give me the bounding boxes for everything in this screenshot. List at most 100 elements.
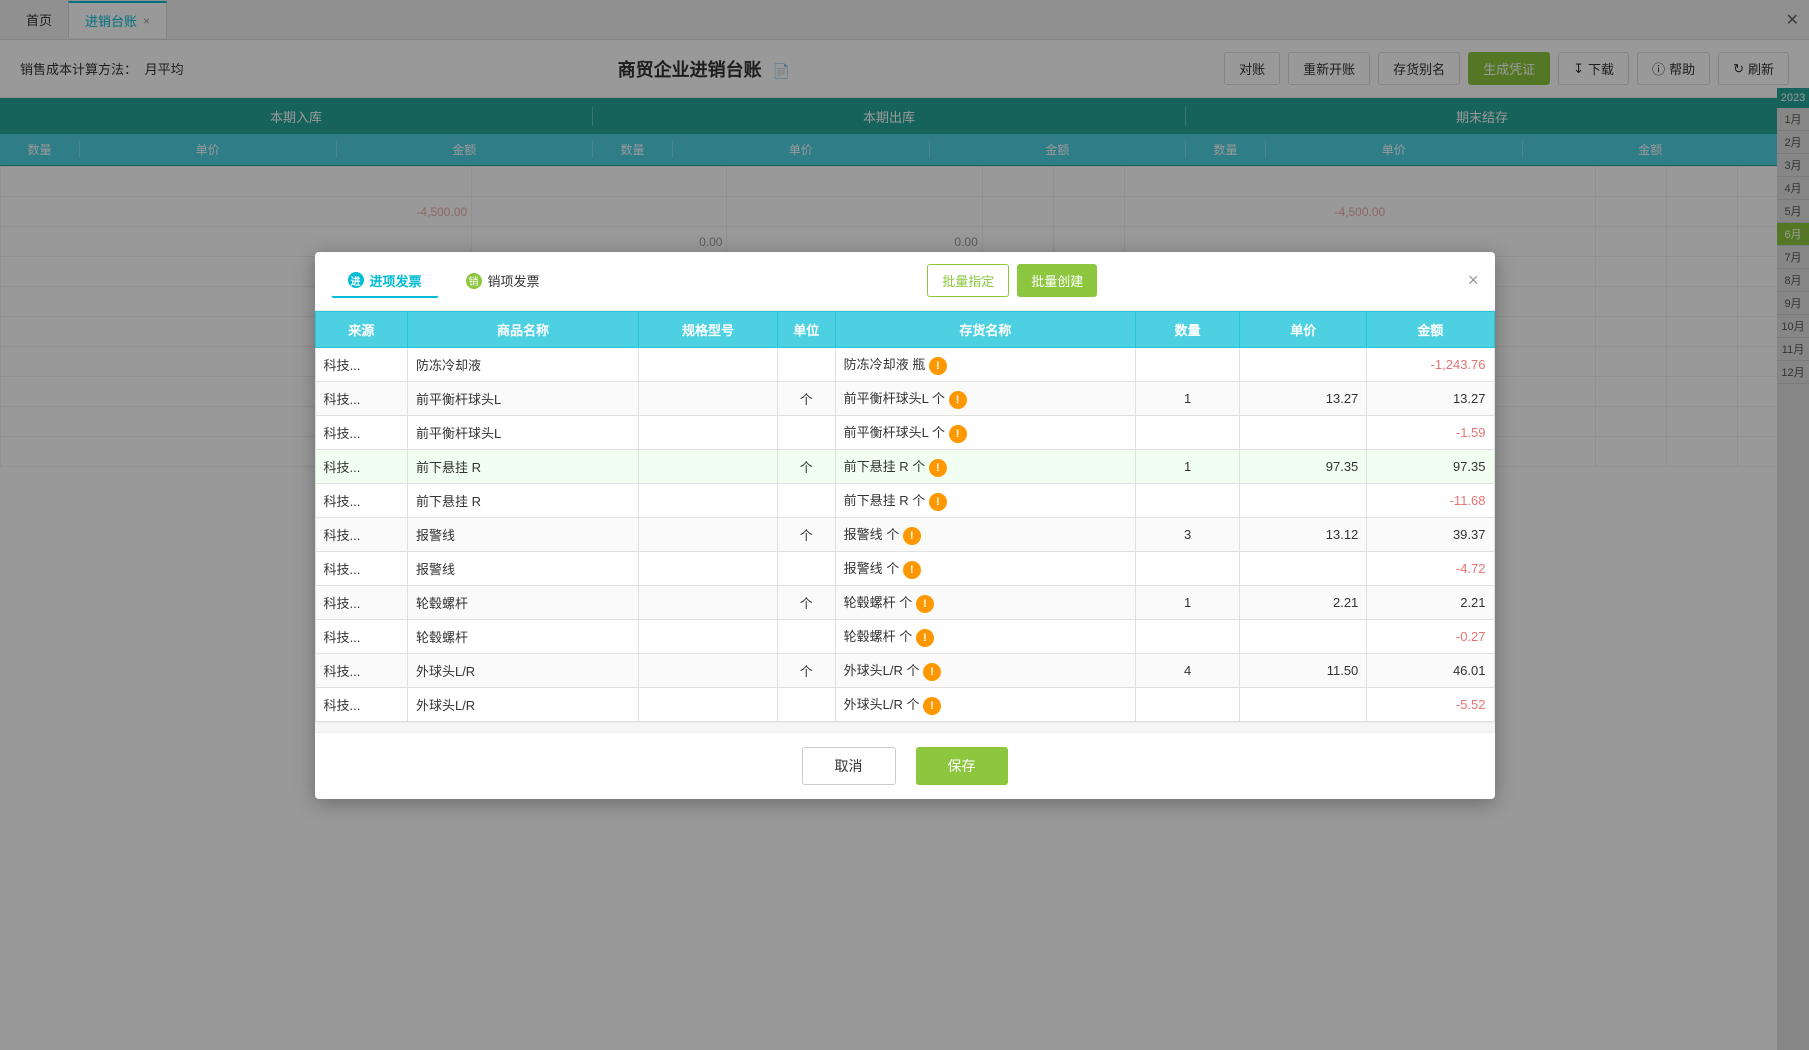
cell-stock-name: 外球头L/R 个 ! [835, 653, 1136, 687]
cell-unit [777, 551, 835, 585]
cell-qty [1136, 619, 1240, 653]
cell-goods-name: 前平衡杆球头L [407, 415, 638, 449]
cell-spec [639, 653, 778, 687]
table-row: 科技... 防冻冷却液 防冻冷却液 瓶 ! -1,243.76 [315, 347, 1494, 381]
cell-stock-name: 轮毂螺杆 个 ! [835, 619, 1136, 653]
cell-qty: 1 [1136, 381, 1240, 415]
cell-goods-name: 前下悬挂 R [407, 449, 638, 483]
cell-source: 科技... [315, 551, 407, 585]
cell-goods-name: 报警线 [407, 551, 638, 585]
cell-stock-name: 前平衡杆球头L 个 ! [835, 381, 1136, 415]
save-btn[interactable]: 保存 [916, 747, 1008, 785]
cell-stock-name: 轮毂螺杆 个 ! [835, 585, 1136, 619]
col-spec: 规格型号 [639, 311, 778, 347]
cell-spec [639, 347, 778, 381]
invoice-table: 来源 商品名称 规格型号 单位 存货名称 数量 单价 金额 科技... 防冻冷却… [315, 311, 1495, 722]
batch-assign-btn[interactable]: 批量指定 [927, 264, 1009, 297]
cell-unit-price: 97.35 [1240, 449, 1367, 483]
cell-source: 科技... [315, 585, 407, 619]
col-qty: 数量 [1136, 311, 1240, 347]
cell-unit: 个 [777, 653, 835, 687]
cell-source: 科技... [315, 619, 407, 653]
modal-table-wrap[interactable]: 来源 商品名称 规格型号 单位 存货名称 数量 单价 金额 科技... 防冻冷却… [315, 311, 1495, 722]
table-row: 科技... 轮毂螺杆 轮毂螺杆 个 ! -0.27 [315, 619, 1494, 653]
cell-qty: 1 [1136, 449, 1240, 483]
cell-spec [639, 517, 778, 551]
warn-icon: ! [929, 357, 947, 375]
cell-unit-price [1240, 415, 1367, 449]
warn-icon: ! [903, 527, 921, 545]
h-scrollbar[interactable] [315, 722, 1495, 732]
cell-amount: -1.59 [1367, 415, 1494, 449]
table-row: 科技... 报警线 报警线 个 ! -4.72 [315, 551, 1494, 585]
cell-unit-price: 13.12 [1240, 517, 1367, 551]
cell-spec [639, 687, 778, 721]
cell-amount: 2.21 [1367, 585, 1494, 619]
cell-unit-price [1240, 347, 1367, 381]
cell-goods-name: 防冻冷却液 [407, 347, 638, 381]
cancel-btn[interactable]: 取消 [802, 747, 896, 785]
cell-qty [1136, 483, 1240, 517]
cell-qty: 4 [1136, 653, 1240, 687]
modal-toolbar: 批量指定 批量创建 [927, 264, 1097, 297]
warn-icon: ! [916, 595, 934, 613]
tab-in-invoice[interactable]: 进 进项发票 [331, 264, 439, 298]
cell-spec [639, 415, 778, 449]
cell-stock-name: 前平衡杆球头L 个 ! [835, 415, 1136, 449]
cell-stock-name: 防冻冷却液 瓶 ! [835, 347, 1136, 381]
cell-spec [639, 381, 778, 415]
cell-unit [777, 347, 835, 381]
cell-unit [777, 687, 835, 721]
cell-unit: 个 [777, 449, 835, 483]
table-row: 科技... 外球头L/R 外球头L/R 个 ! -5.52 [315, 687, 1494, 721]
cell-source: 科技... [315, 483, 407, 517]
warn-icon: ! [923, 663, 941, 681]
col-stock-name: 存货名称 [835, 311, 1136, 347]
cell-unit: 个 [777, 381, 835, 415]
cell-amount: 39.37 [1367, 517, 1494, 551]
modal-footer: 取消 保存 [315, 732, 1495, 799]
cell-source: 科技... [315, 449, 407, 483]
table-row: 科技... 前平衡杆球头L 前平衡杆球头L 个 ! -1.59 [315, 415, 1494, 449]
warn-icon: ! [949, 391, 967, 409]
cell-goods-name: 外球头L/R [407, 653, 638, 687]
warn-icon: ! [929, 459, 947, 477]
cell-amount: -0.27 [1367, 619, 1494, 653]
col-amount: 金额 [1367, 311, 1494, 347]
cell-unit: 个 [777, 585, 835, 619]
cell-unit [777, 619, 835, 653]
modal-header: 进 进项发票 销 销项发票 批量指定 批量创建 × [315, 252, 1495, 311]
cell-qty [1136, 687, 1240, 721]
col-unit: 单位 [777, 311, 835, 347]
cell-spec [639, 551, 778, 585]
cell-stock-name: 报警线 个 ! [835, 551, 1136, 585]
cell-goods-name: 前下悬挂 R [407, 483, 638, 517]
cell-source: 科技... [315, 653, 407, 687]
cell-goods-name: 轮毂螺杆 [407, 619, 638, 653]
table-row: 科技... 前下悬挂 R 个 前下悬挂 R 个 ! 1 97.35 97.35 [315, 449, 1494, 483]
cell-amount: 97.35 [1367, 449, 1494, 483]
cell-source: 科技... [315, 347, 407, 381]
warn-icon: ! [903, 561, 921, 579]
table-row: 科技... 外球头L/R 个 外球头L/R 个 ! 4 11.50 46.01 [315, 653, 1494, 687]
cell-spec [639, 619, 778, 653]
cell-unit-price: 2.21 [1240, 585, 1367, 619]
cell-amount: -4.72 [1367, 551, 1494, 585]
tab-out-icon: 销 [466, 273, 482, 289]
cell-qty: 3 [1136, 517, 1240, 551]
cell-goods-name: 轮毂螺杆 [407, 585, 638, 619]
cell-stock-name: 外球头L/R 个 ! [835, 687, 1136, 721]
table-row: 科技... 前下悬挂 R 前下悬挂 R 个 ! -11.68 [315, 483, 1494, 517]
cell-stock-name: 报警线 个 ! [835, 517, 1136, 551]
cell-goods-name: 外球头L/R [407, 687, 638, 721]
tab-out-invoice[interactable]: 销 销项发票 [449, 264, 557, 297]
tab-in-icon: 进 [348, 272, 364, 288]
batch-create-btn[interactable]: 批量创建 [1017, 264, 1097, 297]
cell-qty [1136, 347, 1240, 381]
cell-unit: 个 [777, 517, 835, 551]
modal-overlay: 进 进项发票 销 销项发票 批量指定 批量创建 × 来源 商品名称 [0, 0, 1809, 1050]
modal-close-btn[interactable]: × [1468, 270, 1479, 291]
cell-unit-price: 11.50 [1240, 653, 1367, 687]
col-unit-price: 单价 [1240, 311, 1367, 347]
modal-dialog: 进 进项发票 销 销项发票 批量指定 批量创建 × 来源 商品名称 [315, 252, 1495, 799]
